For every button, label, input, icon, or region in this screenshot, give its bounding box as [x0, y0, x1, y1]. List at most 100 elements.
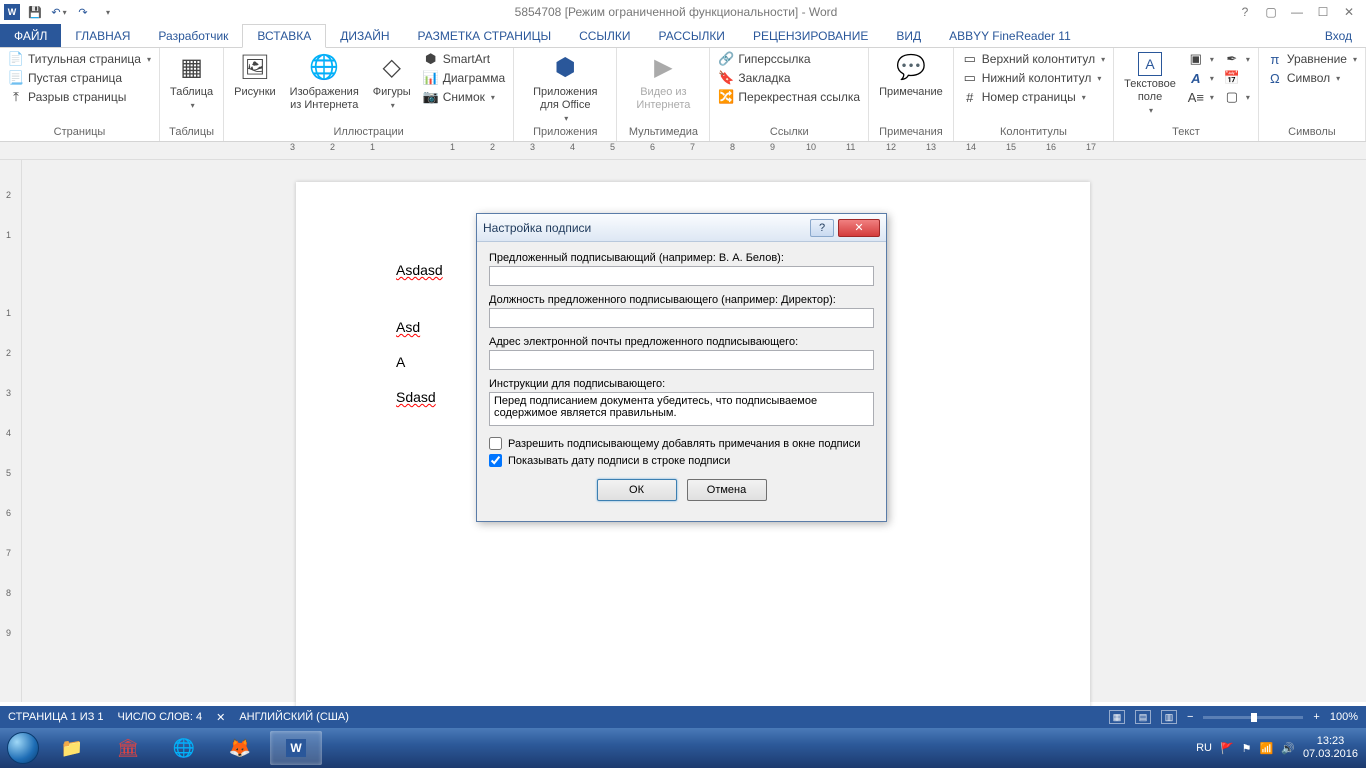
folder-icon: 📁 [58, 734, 86, 762]
taskbar-word[interactable]: W [270, 731, 322, 765]
signer-email-label: Адрес электронной почты предложенного по… [489, 336, 874, 348]
start-button[interactable] [0, 728, 46, 768]
zoom-slider[interactable] [1203, 716, 1303, 719]
signature-button[interactable]: ✒▾ [1222, 50, 1252, 68]
taskbar-chrome[interactable]: 🌐 [158, 731, 210, 765]
equation-button[interactable]: πУравнение▾ [1265, 50, 1359, 68]
hyperlink-button[interactable]: 🔗Гиперссылка [716, 50, 862, 68]
screenshot-button[interactable]: 📷Снимок▾ [421, 88, 507, 106]
ok-button[interactable]: ОК [597, 479, 677, 501]
signature-setup-dialog: Настройка подписи ? ✕ Предложенный подпи… [476, 213, 887, 522]
smartart-button[interactable]: ⬢SmartArt [421, 50, 507, 68]
view-web-icon[interactable]: ▥ [1161, 710, 1177, 724]
show-date-checkbox[interactable] [489, 454, 502, 467]
footer-button[interactable]: ▭Нижний колонтитул▾ [960, 69, 1107, 87]
vertical-ruler[interactable]: 2 1 1 2 3 4 5 6 7 8 9 [0, 160, 22, 702]
tab-insert[interactable]: ВСТАВКА [242, 24, 326, 48]
shapes-icon: ◇ [376, 52, 408, 84]
shapes-button[interactable]: ◇Фигуры▾ [369, 50, 415, 113]
page-break-button[interactable]: ⤒Разрыв страницы [6, 88, 153, 106]
maximize-icon[interactable]: ☐ [1314, 3, 1332, 21]
word-taskbar-icon: W [282, 734, 310, 762]
signer-title-input[interactable] [489, 308, 874, 328]
chart-button[interactable]: 📊Диаграмма [421, 69, 507, 87]
table-icon: ▦ [176, 52, 208, 84]
word-app-icon: W [4, 4, 20, 20]
tray-network-icon[interactable]: 📶 [1260, 742, 1274, 755]
tab-review[interactable]: РЕЦЕНЗИРОВАНИЕ [739, 24, 882, 47]
status-proof-icon[interactable]: ✕ [216, 711, 225, 724]
tab-developer[interactable]: Разработчик [144, 24, 242, 47]
minimize-icon[interactable]: — [1288, 3, 1306, 21]
video-button[interactable]: ▶Видео из Интернета [623, 50, 703, 114]
doc-para-1: Asdasd [396, 262, 443, 278]
taskbar-explorer[interactable]: 📁 [46, 731, 98, 765]
video-icon: ▶ [647, 52, 679, 84]
tab-references[interactable]: ССЫЛКИ [565, 24, 644, 47]
online-pictures-button[interactable]: 🌐Изображения из Интернета [286, 50, 363, 114]
quickparts-button[interactable]: ▣▾ [1186, 50, 1216, 68]
zoom-level[interactable]: 100% [1330, 711, 1358, 723]
object-button[interactable]: ▢▾ [1222, 88, 1252, 106]
cancel-button[interactable]: Отмена [687, 479, 767, 501]
taskbar-app1[interactable]: 🏛 [102, 731, 154, 765]
status-lang[interactable]: АНГЛИЙСКИЙ (США) [239, 711, 349, 723]
blank-page-button[interactable]: 📃Пустая страница [6, 69, 153, 87]
apps-button[interactable]: ⬢Приложения для Office▾ [520, 50, 610, 126]
status-page[interactable]: СТРАНИЦА 1 ИЗ 1 [8, 711, 104, 723]
pagenum-button[interactable]: #Номер страницы▾ [960, 88, 1107, 106]
group-apps-label: Приложения [520, 126, 610, 139]
group-pages-label: Страницы [6, 126, 153, 139]
status-words[interactable]: ЧИСЛО СЛОВ: 4 [118, 711, 203, 723]
header-button[interactable]: ▭Верхний колонтитул▾ [960, 50, 1107, 68]
redo-icon[interactable]: ↷ [74, 3, 92, 21]
allow-comments-label: Разрешить подписывающему добавлять приме… [508, 438, 860, 450]
save-icon[interactable]: 💾 [26, 3, 44, 21]
cover-page-button[interactable]: 📄Титульная страница▾ [6, 50, 153, 68]
dialog-help-button[interactable]: ? [810, 219, 834, 237]
zoom-out-button[interactable]: − [1187, 711, 1193, 723]
tab-home[interactable]: ГЛАВНАЯ [61, 24, 144, 47]
tab-abbyy[interactable]: ABBYY FineReader 11 [935, 24, 1085, 47]
pagenum-icon: # [962, 89, 978, 105]
group-comments-label: Примечания [875, 126, 947, 139]
close-icon[interactable]: ✕ [1340, 3, 1358, 21]
view-read-icon[interactable]: ▤ [1135, 710, 1151, 724]
tray-action-icon[interactable]: ⚑ [1242, 742, 1252, 755]
tab-view[interactable]: ВИД [882, 24, 935, 47]
help-icon[interactable]: ? [1236, 3, 1254, 21]
undo-icon[interactable]: ↶▾ [50, 3, 68, 21]
tab-design[interactable]: ДИЗАЙН [326, 24, 403, 47]
window-title: 5854708 [Режим ограниченной функциональн… [116, 5, 1236, 19]
tab-layout[interactable]: РАЗМЕТКА СТРАНИЦЫ [404, 24, 566, 47]
doc-para-2: Asd [396, 319, 420, 335]
tray-volume-icon[interactable]: 🔊 [1281, 742, 1295, 755]
signin-link[interactable]: Вход [1311, 24, 1366, 47]
taskbar-firefox[interactable]: 🦊 [214, 731, 266, 765]
wordart-button[interactable]: A▾ [1186, 69, 1216, 87]
view-print-icon[interactable]: ▦ [1109, 710, 1125, 724]
tab-file[interactable]: ФАЙЛ [0, 24, 61, 47]
bookmark-button[interactable]: 🔖Закладка [716, 69, 862, 87]
qat-customize-icon[interactable]: ▾ [98, 3, 116, 21]
tab-mailings[interactable]: РАССЫЛКИ [645, 24, 739, 47]
horizontal-ruler[interactable]: 321 123 456 789 101112 131415 1617 [0, 142, 1366, 160]
tray-clock[interactable]: 13:23 07.03.2016 [1303, 735, 1358, 761]
tray-flag-icon[interactable]: 🚩 [1220, 742, 1234, 755]
zoom-in-button[interactable]: + [1313, 711, 1319, 723]
textbox-button[interactable]: AТекстовое поле▾ [1120, 50, 1180, 118]
dialog-close-button[interactable]: ✕ [838, 219, 880, 237]
pictures-button[interactable]: 🖼Рисунки [230, 50, 280, 101]
datetime-button[interactable]: 📅 [1222, 69, 1252, 87]
tray-lang[interactable]: RU [1196, 742, 1212, 754]
signer-email-input[interactable] [489, 350, 874, 370]
table-button[interactable]: ▦Таблица▾ [166, 50, 217, 113]
allow-comments-checkbox[interactable] [489, 437, 502, 450]
instructions-textarea[interactable] [489, 392, 874, 426]
signer-input[interactable] [489, 266, 874, 286]
crossref-button[interactable]: 🔀Перекрестная ссылка [716, 88, 862, 106]
comment-button[interactable]: 💬Примечание [875, 50, 947, 101]
dropcap-button[interactable]: A≡▾ [1186, 88, 1216, 106]
ribbon-display-icon[interactable]: ▢ [1262, 3, 1280, 21]
symbol-button[interactable]: ΩСимвол▾ [1265, 69, 1359, 87]
